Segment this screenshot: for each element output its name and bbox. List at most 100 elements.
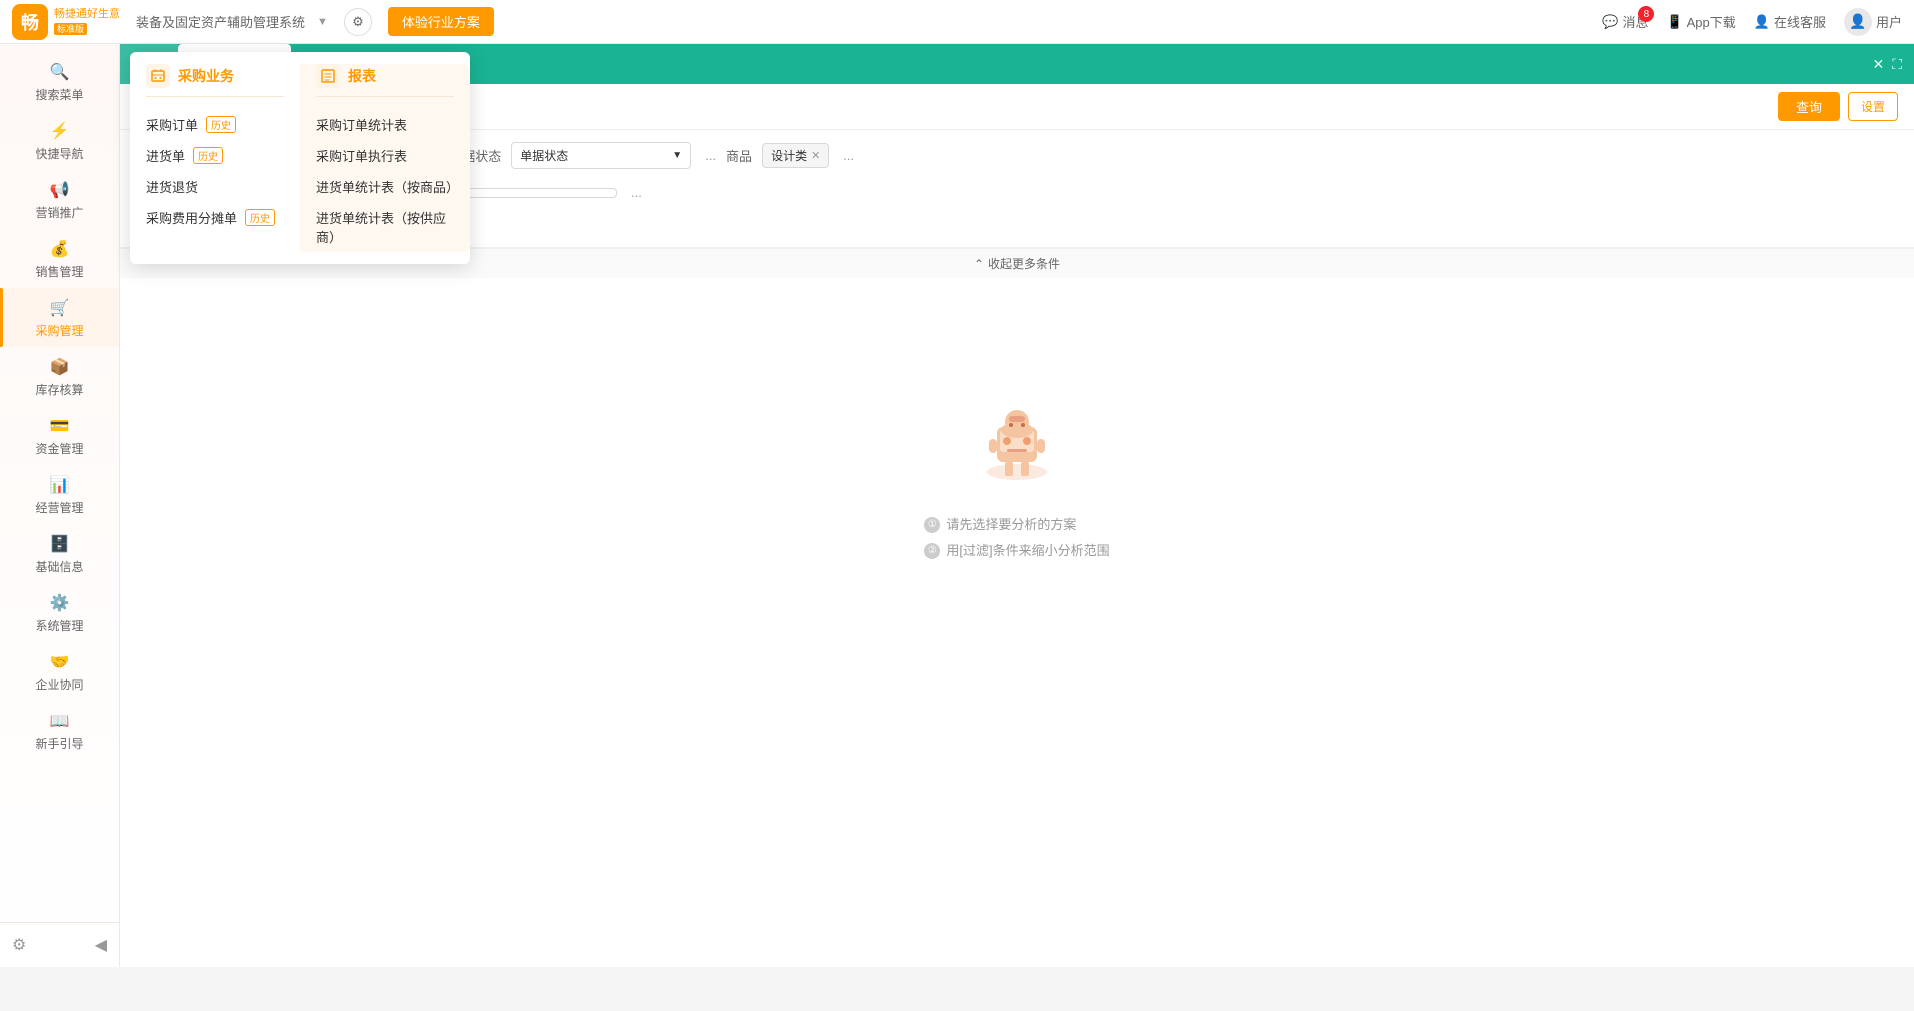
logo-area: 畅 畅捷通好生意 标准版 [12, 4, 120, 40]
menu-icon-marketing: 📢 [50, 180, 70, 200]
menu-label-enterprise: 企业协同 [35, 676, 83, 693]
menu-icon-guide: 📖 [50, 711, 70, 731]
menu-icon-finance: 💳 [50, 416, 70, 436]
chevron-down-icon: ▼ [672, 150, 682, 161]
purchase-col-icon [146, 64, 170, 88]
tab-close-all-icon[interactable]: ✕ [1872, 56, 1884, 73]
hint-num-2: ② [924, 543, 940, 559]
collapse-icon: ⌃ [974, 257, 984, 271]
menu-label-system: 系统管理 [35, 617, 83, 634]
report-dropdown-item[interactable]: 进货单统计表（按供应商） [316, 202, 454, 252]
menu-label-quick: 快捷导航 [35, 145, 83, 162]
menu-icon-system: ⚙️ [50, 593, 70, 613]
logo-icon: 畅 [12, 4, 48, 40]
order-status-select[interactable]: 单据状态 ▼ [511, 142, 691, 169]
menu-label-marketing: 营销推广 [35, 204, 83, 221]
purchase-dropdown-item[interactable]: 进货单历史 [146, 140, 284, 171]
goods-label: 商品 [726, 146, 752, 165]
menu-label-inventory: 库存核算 [35, 381, 83, 398]
menu-label-operation: 经营管理 [35, 499, 83, 516]
menu-icon-basic: 🗄️ [50, 534, 70, 554]
menu-icon-inventory: 📦 [50, 357, 70, 377]
sidebar-item-guide[interactable]: 📖 新手引导 [0, 701, 119, 760]
reports-col-icon [316, 64, 340, 88]
menu-label-sales: 销售管理 [35, 263, 83, 280]
app-download-btn[interactable]: 📱 App下载 [1666, 12, 1735, 31]
sidebar-item-sales[interactable]: 💰 销售管理 [0, 229, 119, 288]
query-actions: 查询 设置 [1778, 92, 1898, 121]
tab-fullscreen-icon[interactable]: ⛶ [1892, 56, 1902, 73]
sidebar-item-basic[interactable]: 🗄️ 基础信息 [0, 524, 119, 583]
purchase-dropdown-item[interactable]: 采购费用分摊单历史 [146, 202, 284, 233]
message-icon: 💬 [1602, 14, 1618, 30]
menu-icon-enterprise: 🤝 [50, 652, 70, 672]
goods-tag-close[interactable]: ✕ [811, 149, 820, 162]
sidebar-collapse-btn[interactable]: ◀ [95, 935, 107, 955]
sidebar-menu: 🔍 搜索菜单 ⚡ 快捷导航 📢 营销推广 💰 销售管理 🛒 采购管理 📦 库存核算 💳资金管理 📊 经营管理… [0, 44, 119, 768]
purchase-items: 采购订单历史进货单历史进货退货采购费用分摊单历史 [146, 109, 284, 233]
sidebar-item-inventory[interactable]: 📦 库存核算 [0, 347, 119, 406]
hint-num-1: ① [924, 517, 940, 533]
purchase-col-header: 采购业务 [146, 64, 284, 97]
report-dropdown-item[interactable]: 采购订单统计表 [316, 109, 454, 140]
goods-tag[interactable]: 设计类 ✕ [762, 143, 829, 168]
collapse-btn[interactable]: ⌃ 收起更多条件 [974, 255, 1060, 272]
empty-text: ① 请先选择要分析的方案 ② 用[过滤]条件来缩小分析范围 [924, 512, 1109, 564]
sidebar-item-system[interactable]: ⚙️ 系统管理 [0, 583, 119, 642]
history-tag: 历史 [206, 116, 236, 133]
sidebar-item-purchase[interactable]: 🛒 采购管理 [0, 288, 119, 347]
top-bar-left: 畅 畅捷通好生意 标准版 装备及固定资产辅助管理系统 ▼ ⚙ 体验行业方案 [12, 4, 494, 40]
salesman-more-dots[interactable]: ... [631, 185, 642, 200]
menu-icon-purchase: 🛒 [50, 298, 70, 318]
settings-btn[interactable]: 设置 [1848, 92, 1898, 121]
phone-icon: 📱 [1666, 14, 1682, 30]
purchase-col: 采购业务 采购订单历史进货单历史进货退货采购费用分摊单历史 [130, 64, 300, 252]
report-dropdown-item[interactable]: 采购订单执行表 [316, 140, 454, 171]
sidebar-item-quick[interactable]: ⚡ 快捷导航 [0, 111, 119, 170]
status-more-dots[interactable]: ... [705, 148, 716, 163]
sidebar-item-search[interactable]: 🔍 搜索菜单 [0, 52, 119, 111]
system-title-dropdown[interactable]: ▼ [317, 16, 328, 28]
menu-label-purchase: 采购管理 [35, 322, 83, 339]
purchase-dropdown-item[interactable]: 采购订单历史 [146, 109, 284, 140]
sidebar-item-finance[interactable]: 💳资金管理 [0, 406, 119, 465]
online-service-btn[interactable]: 👤 在线客服 [1754, 12, 1826, 31]
menu-icon-quick: ⚡ [50, 121, 70, 141]
reports-col-header: 报表 [316, 64, 454, 97]
menu-icon-search: 🔍 [50, 62, 70, 82]
empty-state: ① 请先选择要分析的方案 ② 用[过滤]条件来缩小分析范围 [120, 278, 1914, 678]
message-badge: 8 [1638, 6, 1654, 22]
report-items: 采购订单统计表采购订单执行表进货单统计表（按商品）进货单统计表（按供应商） [316, 109, 454, 252]
sidebar: 🔍 搜索菜单 ⚡ 快捷导航 📢 营销推广 💰 销售管理 🛒 采购管理 📦 库存核算 💳资金管理 📊 经营管理… [0, 0, 120, 967]
menu-label-guide: 新手引导 [35, 735, 83, 752]
goods-more-dots[interactable]: ... [843, 148, 854, 163]
purchase-dropdown-menu: 采购业务 采购订单历史进货单历史进货退货采购费用分摊单历史 报表 采购订单统计表… [130, 52, 470, 264]
top-bar-right: 💬 消息 8 📱 App下载 👤 在线客服 👤 用户 [1602, 8, 1902, 36]
menu-label-search: 搜索菜单 [35, 86, 83, 103]
purchase-dropdown-item[interactable]: 进货退货 [146, 171, 284, 202]
service-icon: 👤 [1754, 14, 1770, 30]
tab-bar-right: ✕ ⛶ [1872, 56, 1914, 73]
report-dropdown-item[interactable]: 进货单统计表（按商品） [316, 171, 454, 202]
history-tag: 历史 [245, 209, 275, 226]
sidebar-settings-btn[interactable]: ⚙ [12, 935, 26, 955]
sidebar-item-operation[interactable]: 📊 经营管理 [0, 465, 119, 524]
system-title: 装备及固定资产辅助管理系统 [136, 12, 305, 31]
logo-text: 畅捷通好生意 标准版 [54, 7, 120, 36]
message-btn[interactable]: 💬 消息 8 [1602, 12, 1648, 31]
menu-icon-sales: 💰 [50, 239, 70, 259]
history-tag: 历史 [193, 147, 223, 164]
industry-btn[interactable]: 体验行业方案 [388, 7, 494, 36]
menu-icon-operation: 📊 [50, 475, 70, 495]
sidebar-item-marketing[interactable]: 📢 营销推广 [0, 170, 119, 229]
user-avatar: 👤 [1844, 8, 1872, 36]
empty-illustration [967, 392, 1067, 492]
reports-col: 报表 采购订单统计表采购订单执行表进货单统计表（按商品）进货单统计表（按供应商） [300, 64, 470, 252]
top-bar: 畅 畅捷通好生意 标准版 装备及固定资产辅助管理系统 ▼ ⚙ 体验行业方案 💬 … [0, 0, 1914, 44]
sidebar-item-enterprise[interactable]: 🤝 企业协同 [0, 642, 119, 701]
user-btn[interactable]: 👤 用户 [1844, 8, 1902, 36]
sidebar-bottom: ⚙ ◀ [0, 922, 119, 967]
settings-icon-btn[interactable]: ⚙ [344, 8, 372, 36]
menu-label-basic: 基础信息 [35, 558, 83, 575]
query-btn[interactable]: 查询 [1778, 92, 1840, 121]
